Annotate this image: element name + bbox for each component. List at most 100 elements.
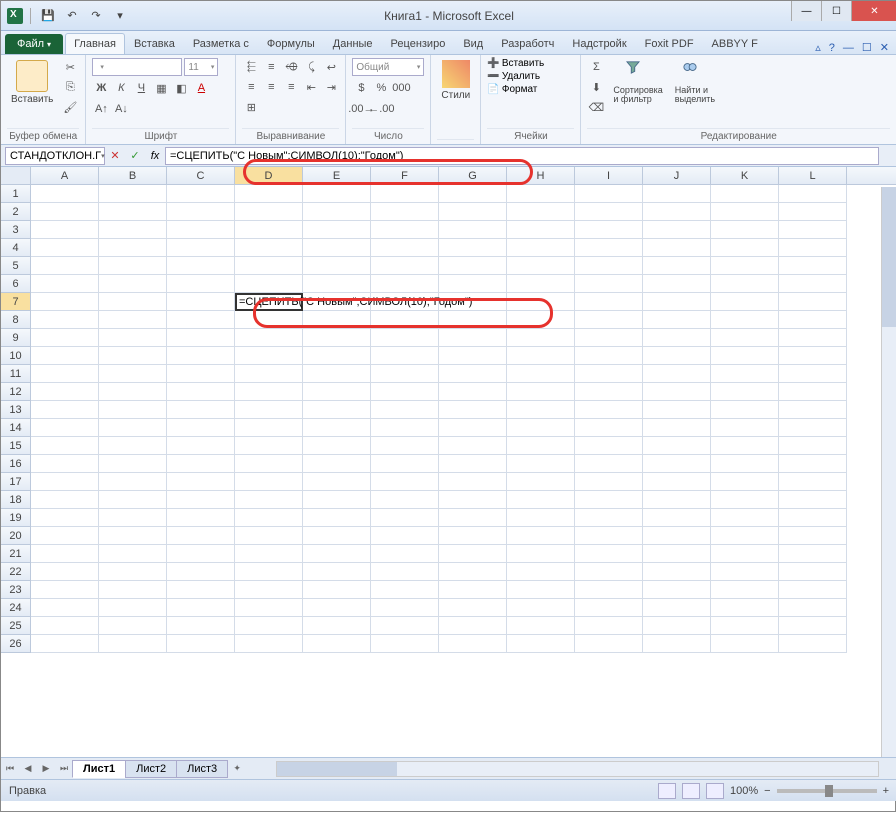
delete-cells-button[interactable]: ➖ Удалить — [487, 71, 540, 82]
cell-A26[interactable] — [31, 635, 99, 653]
cell-G19[interactable] — [439, 509, 507, 527]
cell-J15[interactable] — [643, 437, 711, 455]
row-header-10[interactable]: 10 — [1, 347, 31, 365]
cell-K6[interactable] — [711, 275, 779, 293]
cell-C6[interactable] — [167, 275, 235, 293]
cell-E17[interactable] — [303, 473, 371, 491]
cell-L26[interactable] — [779, 635, 847, 653]
cell-I12[interactable] — [575, 383, 643, 401]
cell-F13[interactable] — [371, 401, 439, 419]
cell-E8[interactable] — [303, 311, 371, 329]
align-left-button[interactable]: ≡ — [242, 78, 260, 96]
column-header-F[interactable]: F — [371, 167, 439, 184]
select-all-corner[interactable] — [1, 167, 31, 184]
cell-I6[interactable] — [575, 275, 643, 293]
cell-A13[interactable] — [31, 401, 99, 419]
cell-A20[interactable] — [31, 527, 99, 545]
cell-H25[interactable] — [507, 617, 575, 635]
cell-L14[interactable] — [779, 419, 847, 437]
cell-G10[interactable] — [439, 347, 507, 365]
cell-E1[interactable] — [303, 185, 371, 203]
qat-redo-button[interactable]: ↷ — [86, 6, 106, 26]
cell-F17[interactable] — [371, 473, 439, 491]
cell-K16[interactable] — [711, 455, 779, 473]
cell-I26[interactable] — [575, 635, 643, 653]
cell-F25[interactable] — [371, 617, 439, 635]
cell-D8[interactable] — [235, 311, 303, 329]
cell-I21[interactable] — [575, 545, 643, 563]
format-cells-button[interactable]: 📄 Формат — [487, 84, 537, 95]
cell-H4[interactable] — [507, 239, 575, 257]
cell-C9[interactable] — [167, 329, 235, 347]
ribbon-minimize-icon[interactable]: ▵ — [815, 41, 821, 54]
cell-I24[interactable] — [575, 599, 643, 617]
cell-F5[interactable] — [371, 257, 439, 275]
cell-I1[interactable] — [575, 185, 643, 203]
cell-C8[interactable] — [167, 311, 235, 329]
cell-K17[interactable] — [711, 473, 779, 491]
percent-button[interactable]: % — [372, 79, 390, 97]
cell-E5[interactable] — [303, 257, 371, 275]
cell-J12[interactable] — [643, 383, 711, 401]
cell-G14[interactable] — [439, 419, 507, 437]
cell-I3[interactable] — [575, 221, 643, 239]
cell-K5[interactable] — [711, 257, 779, 275]
cell-A5[interactable] — [31, 257, 99, 275]
align-right-button[interactable]: ≡ — [282, 78, 300, 96]
bold-button[interactable]: Ж — [92, 79, 110, 97]
increase-font-button[interactable]: A↑ — [92, 100, 110, 118]
cell-A7[interactable] — [31, 293, 99, 311]
cell-A2[interactable] — [31, 203, 99, 221]
column-header-L[interactable]: L — [779, 167, 847, 184]
cell-F15[interactable] — [371, 437, 439, 455]
cell-E26[interactable] — [303, 635, 371, 653]
column-header-D[interactable]: D — [235, 167, 303, 184]
cell-E24[interactable] — [303, 599, 371, 617]
cell-D4[interactable] — [235, 239, 303, 257]
row-header-1[interactable]: 1 — [1, 185, 31, 203]
tab-view[interactable]: Вид — [454, 33, 492, 54]
cell-L6[interactable] — [779, 275, 847, 293]
cell-I22[interactable] — [575, 563, 643, 581]
tab-abbyy[interactable]: ABBYY F — [703, 33, 767, 54]
cell-C7[interactable] — [167, 293, 235, 311]
cell-A23[interactable] — [31, 581, 99, 599]
page-break-view-button[interactable] — [706, 783, 724, 799]
comma-button[interactable]: 000 — [392, 79, 410, 97]
decrease-font-button[interactable]: A↓ — [112, 100, 130, 118]
cell-L7[interactable] — [779, 293, 847, 311]
cell-E16[interactable] — [303, 455, 371, 473]
new-sheet-button[interactable]: ✦ — [228, 760, 246, 778]
cell-C14[interactable] — [167, 419, 235, 437]
cell-A4[interactable] — [31, 239, 99, 257]
cell-H26[interactable] — [507, 635, 575, 653]
cell-J23[interactable] — [643, 581, 711, 599]
border-button[interactable]: ▦ — [152, 79, 170, 97]
cell-F18[interactable] — [371, 491, 439, 509]
cell-C26[interactable] — [167, 635, 235, 653]
cell-G18[interactable] — [439, 491, 507, 509]
cell-I19[interactable] — [575, 509, 643, 527]
tab-formulas[interactable]: Формулы — [258, 33, 324, 54]
cell-J18[interactable] — [643, 491, 711, 509]
cell-H22[interactable] — [507, 563, 575, 581]
cell-K25[interactable] — [711, 617, 779, 635]
cell-K26[interactable] — [711, 635, 779, 653]
tab-home[interactable]: Главная — [65, 33, 125, 54]
column-header-C[interactable]: C — [167, 167, 235, 184]
cell-C10[interactable] — [167, 347, 235, 365]
row-header-17[interactable]: 17 — [1, 473, 31, 491]
cell-F12[interactable] — [371, 383, 439, 401]
cell-G21[interactable] — [439, 545, 507, 563]
row-header-2[interactable]: 2 — [1, 203, 31, 221]
cell-J11[interactable] — [643, 365, 711, 383]
zoom-slider[interactable] — [777, 789, 877, 793]
cell-A3[interactable] — [31, 221, 99, 239]
cell-C4[interactable] — [167, 239, 235, 257]
cell-I13[interactable] — [575, 401, 643, 419]
font-size-select[interactable]: 11 — [184, 58, 218, 76]
cell-C13[interactable] — [167, 401, 235, 419]
cell-J25[interactable] — [643, 617, 711, 635]
cell-H14[interactable] — [507, 419, 575, 437]
qat-customize-button[interactable]: ▾ — [110, 6, 130, 26]
